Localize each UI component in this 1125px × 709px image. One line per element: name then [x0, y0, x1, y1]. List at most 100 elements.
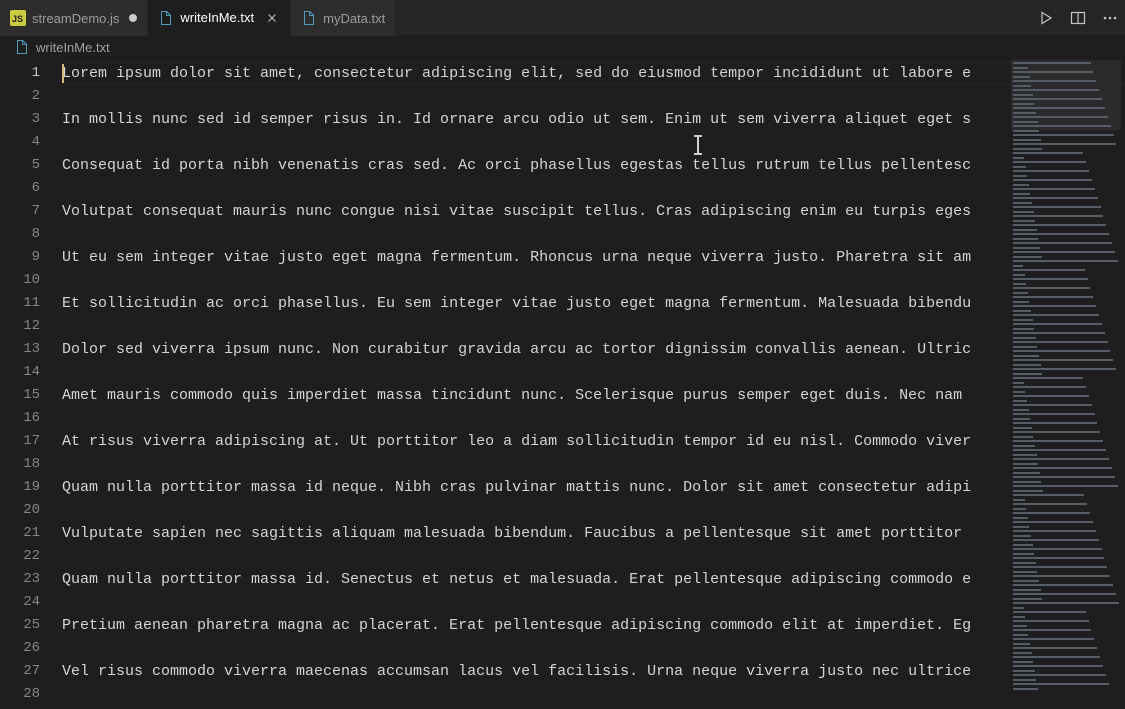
code-line[interactable]: Ut eu sem integer vitae justo eget magna… — [62, 246, 1125, 269]
more-actions-icon[interactable] — [1101, 9, 1119, 27]
minimap-row — [1013, 458, 1109, 460]
minimap-row — [1013, 602, 1119, 604]
minimap[interactable] — [1011, 60, 1121, 700]
code-line[interactable] — [62, 499, 1125, 522]
minimap-row — [1013, 175, 1027, 177]
minimap-row — [1013, 368, 1116, 370]
line-number: 19 — [0, 476, 58, 499]
code-line[interactable] — [62, 177, 1125, 200]
line-number: 16 — [0, 407, 58, 430]
code-line[interactable] — [62, 453, 1125, 476]
line-number: 3 — [0, 108, 58, 131]
minimap-row — [1013, 364, 1041, 366]
line-number: 26 — [0, 637, 58, 660]
code-line[interactable]: Quam nulla porttitor massa id neque. Nib… — [62, 476, 1125, 499]
text-file-icon — [158, 10, 174, 26]
minimap-row — [1013, 638, 1094, 640]
minimap-row — [1013, 305, 1096, 307]
minimap-row — [1013, 485, 1118, 487]
minimap-row — [1013, 166, 1026, 168]
text-file-icon — [14, 39, 30, 55]
minimap-row — [1013, 472, 1040, 474]
minimap-row — [1013, 107, 1105, 109]
minimap-row — [1013, 571, 1037, 573]
minimap-row — [1013, 409, 1029, 411]
minimap-row — [1013, 103, 1034, 105]
code-line[interactable] — [62, 591, 1125, 614]
line-number: 9 — [0, 246, 58, 269]
tab-label: writeInMe.txt — [180, 10, 254, 25]
code-line[interactable]: Lorem ipsum dolor sit amet, consectetur … — [62, 62, 1125, 85]
code-line[interactable] — [62, 683, 1125, 706]
code-line[interactable] — [62, 545, 1125, 568]
line-number: 28 — [0, 683, 58, 706]
code-line[interactable] — [62, 131, 1125, 154]
minimap-row — [1013, 139, 1041, 141]
minimap-row — [1013, 116, 1108, 118]
minimap-row — [1013, 148, 1042, 150]
line-number: 27 — [0, 660, 58, 683]
code-line[interactable] — [62, 361, 1125, 384]
minimap-row — [1013, 382, 1024, 384]
code-line[interactable] — [62, 407, 1125, 430]
code-line[interactable]: Dolor sed viverra ipsum nunc. Non curabi… — [62, 338, 1125, 361]
code-line[interactable] — [62, 269, 1125, 292]
minimap-row — [1013, 229, 1037, 231]
minimap-row — [1013, 436, 1033, 438]
split-editor-icon[interactable] — [1069, 9, 1087, 27]
minimap-row — [1013, 134, 1114, 136]
code-line[interactable] — [62, 223, 1125, 246]
minimap-row — [1013, 683, 1109, 685]
code-line[interactable] — [62, 637, 1125, 660]
line-number: 8 — [0, 223, 58, 246]
minimap-row — [1013, 589, 1041, 591]
minimap-row — [1013, 85, 1031, 87]
code-line[interactable]: Vel risus commodo viverra maecenas accum… — [62, 660, 1125, 683]
minimap-row — [1013, 548, 1102, 550]
minimap-row — [1013, 197, 1098, 199]
line-number: 6 — [0, 177, 58, 200]
line-number: 1 — [0, 62, 58, 85]
code-line[interactable]: Volutpat consequat mauris nunc congue ni… — [62, 200, 1125, 223]
code-line[interactable] — [62, 315, 1125, 338]
line-number: 2 — [0, 85, 58, 108]
code-line[interactable]: In mollis nunc sed id semper risus in. I… — [62, 108, 1125, 131]
minimap-row — [1013, 647, 1097, 649]
minimap-row — [1013, 274, 1025, 276]
code-line[interactable]: Consequat id porta nibh venenatis cras s… — [62, 154, 1125, 177]
minimap-row — [1013, 319, 1033, 321]
minimap-row — [1013, 467, 1112, 469]
text-editor[interactable]: 1234567891011121314151617181920212223242… — [0, 58, 1125, 709]
close-icon[interactable] — [264, 10, 280, 26]
minimap-row — [1013, 688, 1038, 690]
code-line[interactable]: Et sollicitudin ac orci phasellus. Eu se… — [62, 292, 1125, 315]
minimap-row — [1013, 292, 1028, 294]
minimap-row — [1013, 121, 1038, 123]
code-line[interactable]: Quam nulla porttitor massa id. Senectus … — [62, 568, 1125, 591]
code-line[interactable] — [62, 85, 1125, 108]
line-number: 24 — [0, 591, 58, 614]
line-number: 12 — [0, 315, 58, 338]
tab-mydata-txt[interactable]: myData.txt — [291, 0, 396, 36]
tab-writeinme-txt[interactable]: writeInMe.txt — [148, 0, 291, 36]
minimap-row — [1013, 211, 1034, 213]
minimap-row — [1013, 395, 1089, 397]
code-line[interactable]: Amet mauris commodo quis imperdiet massa… — [62, 384, 1125, 407]
minimap-row — [1013, 625, 1027, 627]
minimap-row — [1013, 386, 1086, 388]
editor-actions — [1037, 0, 1119, 36]
breadcrumb[interactable]: writeInMe.txt — [0, 36, 1125, 58]
line-number: 15 — [0, 384, 58, 407]
editor-content[interactable]: Lorem ipsum dolor sit amet, consectetur … — [62, 58, 1125, 709]
minimap-row — [1013, 143, 1116, 145]
minimap-row — [1013, 206, 1101, 208]
minimap-row — [1013, 620, 1089, 622]
tab-streamdemo-js[interactable]: JS streamDemo.js — [0, 0, 148, 36]
line-number: 4 — [0, 131, 58, 154]
code-line[interactable]: Pretium aenean pharetra magna ac placera… — [62, 614, 1125, 637]
line-number: 23 — [0, 568, 58, 591]
code-line[interactable]: At risus viverra adipiscing at. Ut portt… — [62, 430, 1125, 453]
run-icon[interactable] — [1037, 9, 1055, 27]
code-line[interactable]: Vulputate sapien nec sagittis aliquam ma… — [62, 522, 1125, 545]
minimap-row — [1013, 535, 1031, 537]
